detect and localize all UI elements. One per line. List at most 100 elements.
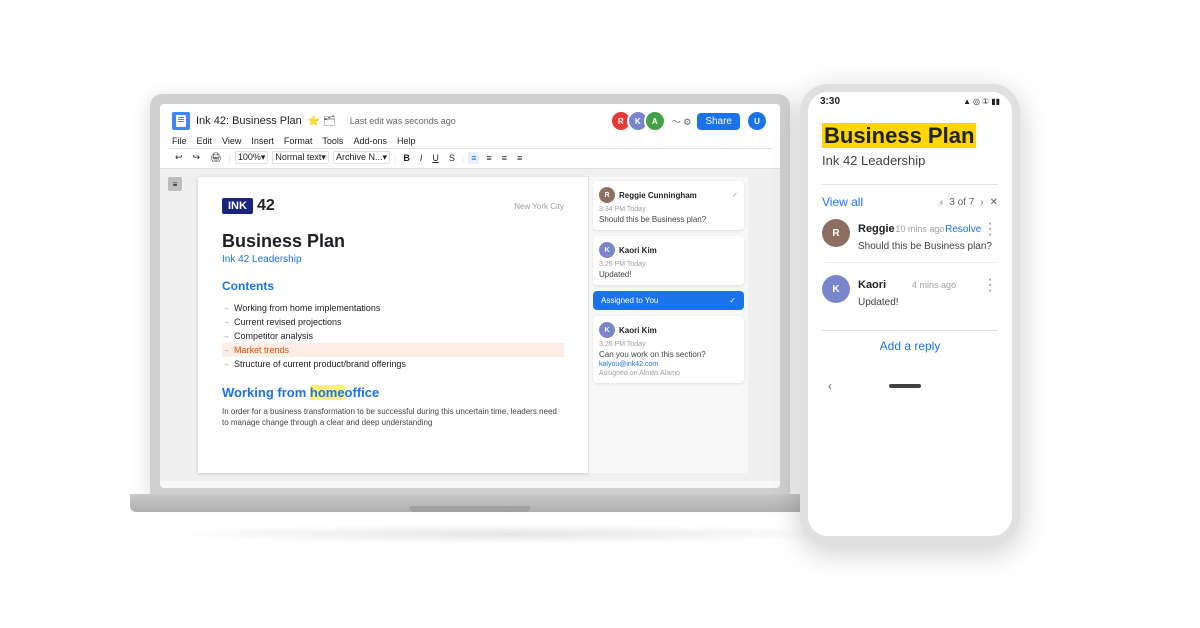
- phone: 3:30 ▲ ◎ ① ▮▮ Business Plan Ink 42 Leade…: [800, 84, 1020, 544]
- phone-home-indicator[interactable]: [889, 384, 921, 388]
- comment-header-1: R Reggie Cunningham ✓: [599, 187, 738, 203]
- phone-avatar-1: R: [822, 219, 850, 247]
- assignee-label: Assigned on Almas Alamo: [599, 370, 738, 377]
- menu-help[interactable]: Help: [397, 136, 416, 146]
- phone-comment-text-1: Should this be Business plan?: [858, 241, 998, 252]
- font-select[interactable]: Archive N...▾: [333, 151, 390, 164]
- laptop-screen: Ink 42: Business Plan ⭐ 🗂 Last edit was …: [150, 94, 790, 494]
- next-comment-btn[interactable]: ›: [980, 197, 983, 208]
- more-options-2[interactable]: ⋮: [982, 275, 998, 295]
- strikethrough-btn[interactable]: S: [446, 152, 458, 164]
- comment-avatar-2: K: [599, 242, 615, 258]
- phone-comment-header-1: Reggie 10 mins ago Resolve ⋮: [858, 219, 998, 239]
- share-button[interactable]: Share: [697, 113, 740, 130]
- title-left: Ink 42: Business Plan ⭐ 🗂 Last edit was …: [172, 112, 456, 130]
- doc-page: INK 42 New York City Business Plan Ink 4…: [198, 177, 588, 473]
- title-bar: Ink 42: Business Plan ⭐ 🗂 Last edit was …: [168, 108, 772, 134]
- menu-format[interactable]: Format: [284, 136, 313, 146]
- comment-timestamp-3: 3:26 PM Today: [599, 341, 738, 348]
- ink-logo: INK 42: [222, 197, 275, 215]
- more-options-1[interactable]: ⋮: [982, 219, 998, 239]
- menu-view[interactable]: View: [222, 136, 241, 146]
- italic-btn[interactable]: I: [417, 152, 426, 164]
- user-avatar: U: [746, 110, 768, 132]
- zoom-select[interactable]: 100%▾: [235, 151, 269, 164]
- bold-btn[interactable]: B: [400, 152, 413, 164]
- phone-comment-body-1: Reggie 10 mins ago Resolve ⋮ Should this…: [858, 219, 998, 252]
- doc-sidebar: ≡: [160, 169, 190, 481]
- align-justify-btn[interactable]: ≡: [514, 152, 525, 164]
- phone-comment-user-1: Reggie: [858, 223, 895, 235]
- comment-header-2: K Kaori Kim: [599, 242, 738, 258]
- comment-time-1: ✓: [732, 191, 738, 199]
- phone-comment-user-2: Kaori: [858, 279, 886, 291]
- comment-text-1: Should this be Business plan?: [599, 215, 738, 224]
- list-item-3: Competitor analysis: [222, 329, 564, 343]
- phone-comment-text-2: Updated!: [858, 297, 998, 308]
- phone-comment-1: R Reggie 10 mins ago Resolve ⋮ Should th…: [822, 219, 998, 263]
- comment-header-3: K Kaori Kim: [599, 322, 738, 338]
- redo-btn[interactable]: ↪: [190, 151, 204, 164]
- menu-edit[interactable]: Edit: [197, 136, 213, 146]
- divider-1: |: [229, 153, 231, 163]
- print-btn[interactable]: 🖨: [207, 151, 224, 164]
- comment-link: kalyou@ink42.com: [599, 361, 738, 368]
- comment-item-2: K Kaori Kim 3:26 PM Today Updated!: [593, 236, 744, 285]
- menu-tools[interactable]: Tools: [322, 136, 343, 146]
- divider-2: |: [394, 153, 396, 163]
- comment-avatar-1: R: [599, 187, 615, 203]
- assigned-banner: Assigned to You ✓: [593, 291, 744, 310]
- title-icons: ⭐ 🗂: [308, 116, 336, 127]
- align-left-btn[interactable]: ≡: [468, 152, 479, 164]
- contents-label: Contents: [222, 279, 564, 293]
- document-title: Business Plan: [222, 231, 564, 252]
- toolbar-icon: 〜 ⚙: [672, 115, 692, 128]
- phone-pagination: ‹ 3 of 7 › ✕: [940, 197, 998, 208]
- top-right-controls: R K A 〜 ⚙ Share U: [615, 110, 768, 132]
- comments-panel: R Reggie Cunningham ✓ 3:34 PM Today Shou…: [588, 177, 748, 473]
- undo-btn[interactable]: ↩: [172, 151, 186, 164]
- phone-divider-1: [822, 184, 998, 185]
- underline-btn[interactable]: U: [429, 152, 442, 164]
- style-select[interactable]: Normal text▾: [272, 151, 329, 164]
- battery-icon: ①: [982, 97, 989, 106]
- phone-status-icons: ▲ ◎ ① ▮▮: [963, 97, 1000, 106]
- prev-comment-btn[interactable]: ‹: [940, 197, 943, 208]
- assigned-label: Assigned to You: [601, 296, 658, 305]
- comment-user-1: Reggie Cunningham: [619, 191, 697, 200]
- align-right-btn[interactable]: ≡: [499, 152, 510, 164]
- signal-icon: ▲: [963, 97, 971, 106]
- phone-title-highlight: Business Plan: [822, 123, 976, 148]
- laptop: Ink 42: Business Plan ⭐ 🗂 Last edit was …: [150, 94, 810, 534]
- contents-list: Working from home implementations Curren…: [222, 301, 564, 371]
- assigned-check: ✓: [729, 296, 736, 305]
- avatar-stack: R K A: [615, 110, 666, 132]
- add-reply-btn[interactable]: Add a reply: [822, 330, 998, 361]
- phone-back-btn[interactable]: ‹: [828, 379, 832, 393]
- pagination-text: 3 of 7: [949, 197, 974, 208]
- close-comment-btn[interactable]: ✕: [990, 197, 998, 208]
- menu-file[interactable]: File: [172, 136, 187, 146]
- menu-bar: File Edit View Insert Format Tools Add-o…: [168, 136, 772, 146]
- comment-item-3: K Kaori Kim 3:26 PM Today Can you work o…: [593, 316, 744, 383]
- docs-toolbar: Ink 42: Business Plan ⭐ 🗂 Last edit was …: [160, 104, 780, 169]
- phone-comment-time-1: 10 mins ago: [895, 224, 944, 234]
- phone-view-all-row: View all ‹ 3 of 7 › ✕: [822, 195, 998, 209]
- comment-text-3: Can you work on this section?: [599, 350, 738, 359]
- comment-timestamp-2: 3:26 PM Today: [599, 261, 738, 268]
- align-center-btn[interactable]: ≡: [483, 152, 494, 164]
- menu-addons[interactable]: Add-ons: [353, 136, 387, 146]
- phone-doc-subtitle: Ink 42 Leadership: [822, 153, 998, 168]
- resolve-btn[interactable]: Resolve: [945, 224, 981, 235]
- menu-insert[interactable]: Insert: [251, 136, 274, 146]
- format-bar: ↩ ↪ 🖨 | 100%▾ Normal text▾ Archive N...▾…: [168, 148, 772, 166]
- phone-comment-time-2: 4 mins ago: [912, 280, 956, 290]
- phone-status-bar: 3:30 ▲ ◎ ① ▮▮: [808, 92, 1012, 111]
- divider-3: |: [462, 153, 464, 163]
- view-all-link[interactable]: View all: [822, 195, 863, 209]
- doc-body: ≡ INK 42 New York City Business Pla: [160, 169, 780, 481]
- avatar-3: A: [644, 110, 666, 132]
- body-text: In order for a business transformation t…: [222, 406, 564, 428]
- docs-icon: [172, 112, 190, 130]
- phone-bottom-nav: ‹: [808, 373, 1012, 399]
